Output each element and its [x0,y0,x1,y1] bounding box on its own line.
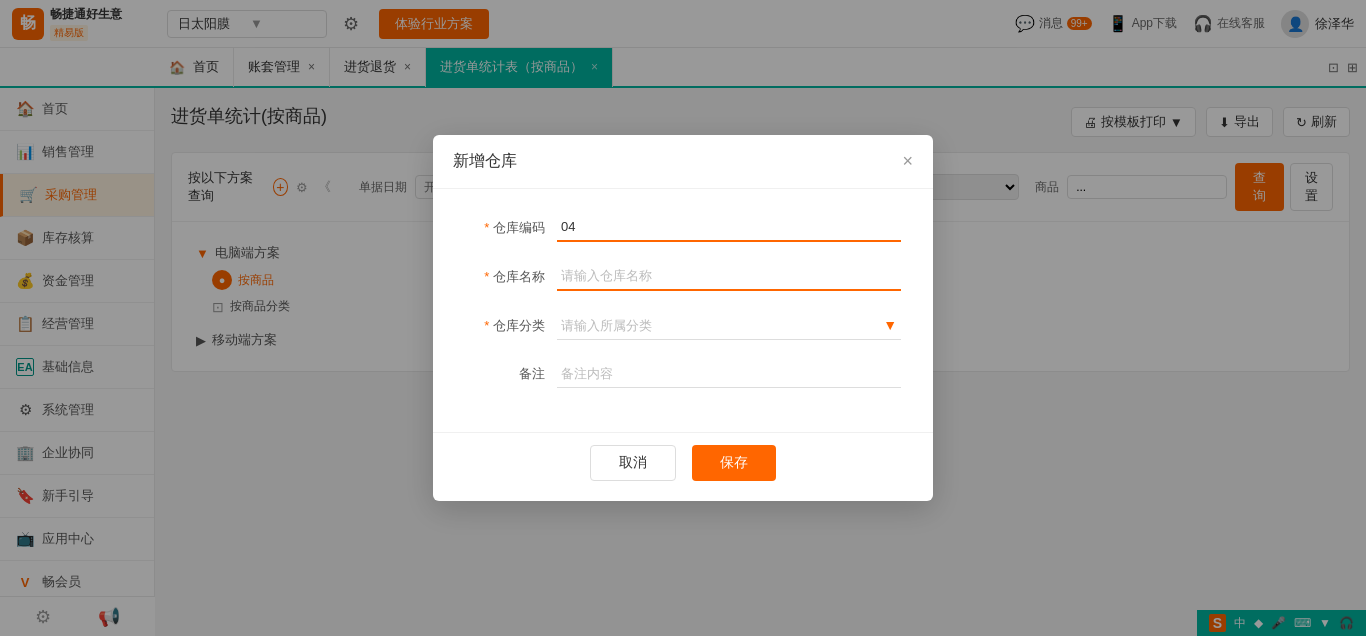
dialog-header: 新增仓库 × [433,135,933,189]
remarks-input[interactable] [557,360,901,388]
dialog-close-icon[interactable]: × [902,151,913,172]
save-button[interactable]: 保存 [692,445,776,481]
warehouse-category-row: 仓库分类 ▼ [465,311,901,340]
warehouse-name-input[interactable] [557,262,901,291]
dialog-body: 仓库编码 仓库名称 仓库分类 ▼ [433,189,933,432]
warehouse-code-label: 仓库编码 [465,219,545,237]
cancel-button[interactable]: 取消 [590,445,676,481]
warehouse-category-select[interactable]: ▼ [557,311,901,340]
warehouse-code-input[interactable] [557,213,901,242]
warehouse-name-label: 仓库名称 [465,268,545,286]
remarks-label: 备注 [465,365,545,383]
remarks-row: 备注 [465,360,901,388]
dialog-title: 新增仓库 [453,151,517,172]
warehouse-name-row: 仓库名称 [465,262,901,291]
warehouse-category-label: 仓库分类 [465,317,545,335]
category-arrow-icon: ▼ [883,317,897,333]
modal-overlay[interactable]: 新增仓库 × 仓库编码 仓库名称 仓库分类 [0,0,1366,636]
add-warehouse-dialog: 新增仓库 × 仓库编码 仓库名称 仓库分类 [433,135,933,501]
warehouse-category-input[interactable] [561,318,883,333]
warehouse-code-row: 仓库编码 [465,213,901,242]
dialog-footer: 取消 保存 [433,433,933,501]
